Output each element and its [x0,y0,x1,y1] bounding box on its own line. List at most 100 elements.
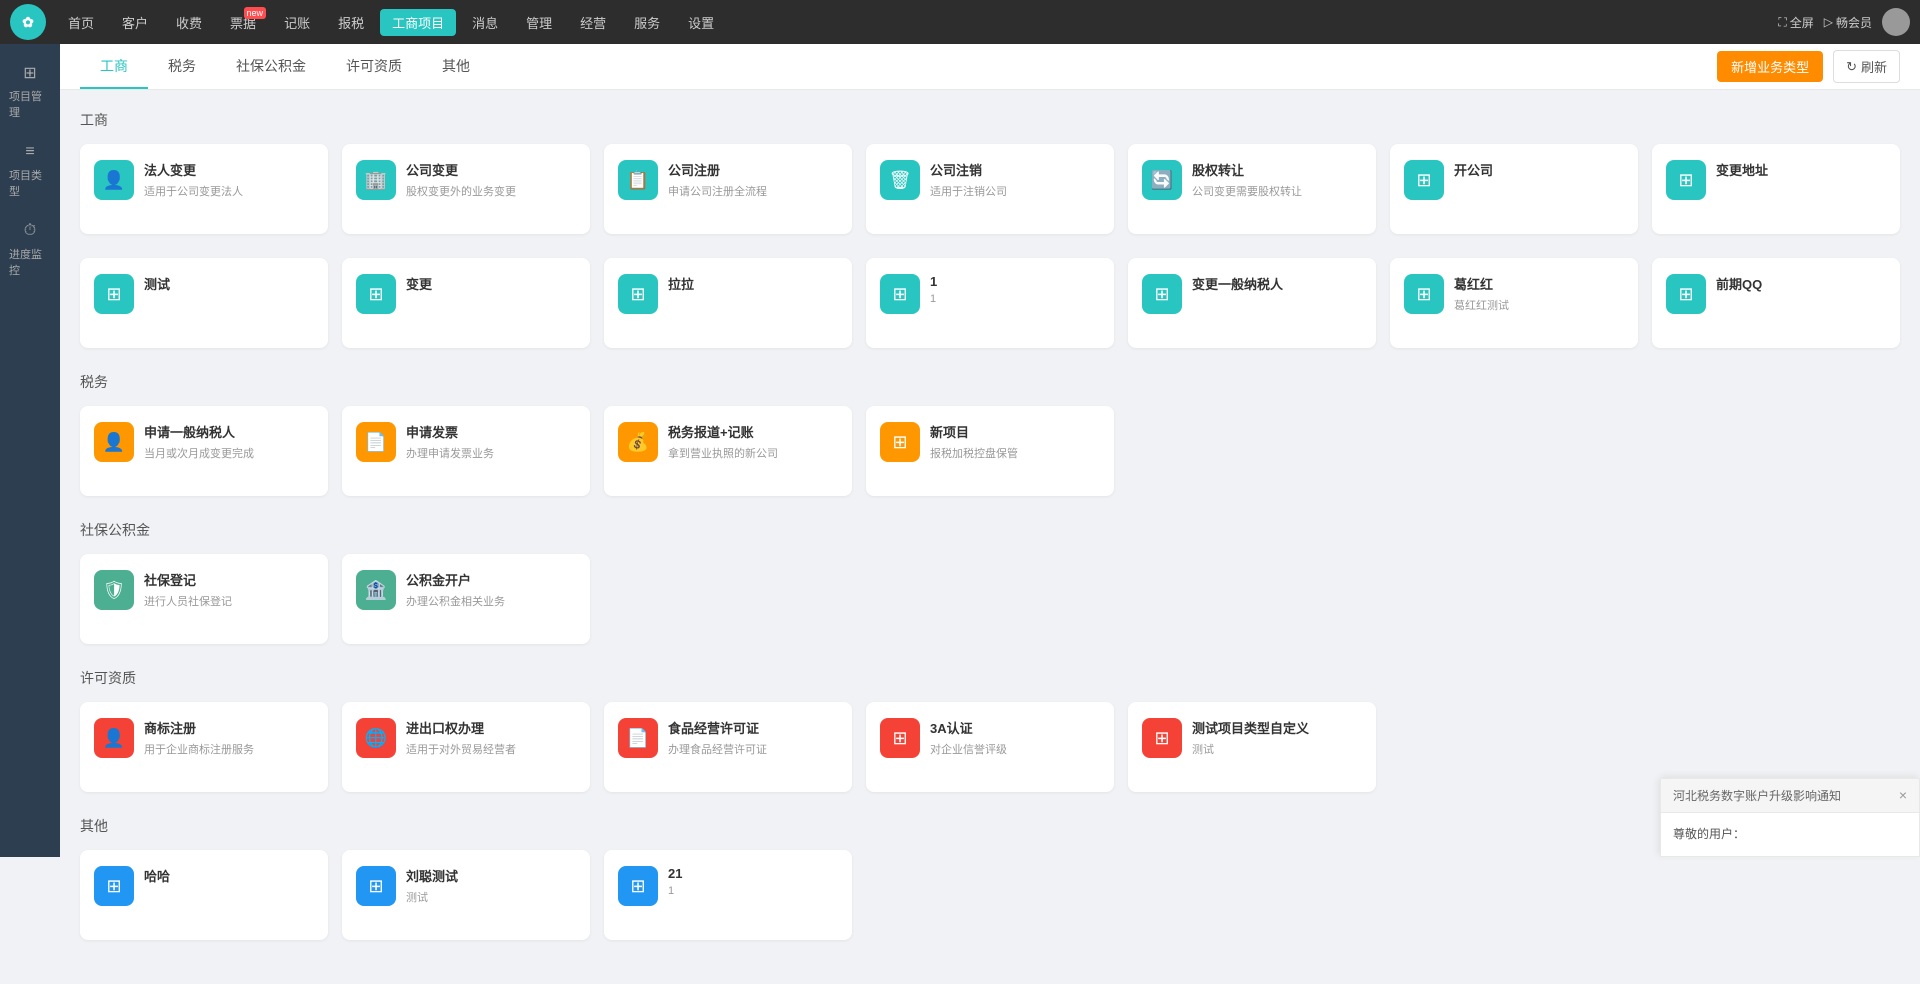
card-0-5[interactable]: ⊞ 开公司 [1390,144,1638,234]
fullscreen-button[interactable]: ⛶ 全屏 [1778,14,1813,31]
card-4-2[interactable]: 📄 食品经营许可证 办理食品经营许可证 [604,702,852,792]
card-icon: 💰 [618,422,658,462]
card-desc: 拿到营业执照的新公司 [668,445,838,461]
card-1-1[interactable]: ⊞ 变更 [342,258,590,348]
card-title: 新项目 [930,422,1100,441]
nav-item-收费[interactable]: 收费 [164,9,214,36]
card-title: 变更一般纳税人 [1192,274,1362,293]
tab-其他[interactable]: 其他 [422,44,490,89]
nav-item-工商项目[interactable]: 工商项目 [380,9,456,36]
card-4-1[interactable]: 🌐 进出口权办理 适用于对外贸易经营者 [342,702,590,792]
card-1-0[interactable]: ⊞ 测试 [80,258,328,348]
card-0-2[interactable]: 📋 公司注册 申请公司注册全流程 [604,144,852,234]
card-3-1[interactable]: 🏦 公积金开户 办理公积金相关业务 [342,554,590,644]
nav-item-客户[interactable]: 客户 [110,9,160,36]
notification-close[interactable]: × [1899,787,1907,803]
card-0-6[interactable]: ⊞ 变更地址 [1652,144,1900,234]
card-4-4[interactable]: ⊞ 测试项目类型自定义 测试 [1128,702,1376,792]
nav-item-经营[interactable]: 经营 [568,9,618,36]
card-4-0[interactable]: 👤 商标注册 用于企业商标注册服务 [80,702,328,792]
notification-body: 尊敬的用户： [1661,813,1919,856]
nav-item-管理[interactable]: 管理 [514,9,564,36]
card-icon: 🏦 [356,570,396,610]
nav-items: 首页客户收费票据new记账报税工商项目消息管理经营服务设置 [56,9,1778,36]
card-0-1[interactable]: 🏢 公司变更 股权变更外的业务变更 [342,144,590,234]
nav-item-设置[interactable]: 设置 [676,9,726,36]
nav-item-服务[interactable]: 服务 [622,9,672,36]
card-icon: 🏢 [356,160,396,200]
app-logo: ✿ [10,4,46,40]
card-1-4[interactable]: ⊞ 变更一般纳税人 [1128,258,1376,348]
card-icon: ⊞ [880,422,920,462]
card-icon: 🗑 [880,160,920,200]
tabs-container: 工商税务社保公积金许可资质其他 [80,44,490,89]
nav-item-票据[interactable]: 票据new [218,9,268,36]
card-desc: 股权变更外的业务变更 [406,183,576,199]
card-1-6[interactable]: ⊞ 前期QQ [1652,258,1900,348]
card-1-2[interactable]: ⊞ 拉拉 [604,258,852,348]
play-icon: ▷ [1824,15,1833,29]
nav-item-报税[interactable]: 报税 [326,9,376,36]
nav-item-首页[interactable]: 首页 [56,9,106,36]
card-icon: ⊞ [1404,274,1444,314]
card-info: 食品经营许可证 办理食品经营许可证 [668,718,838,757]
card-title: 测试 [144,274,314,293]
card-0-0[interactable]: 👤 法人变更 适用于公司变更法人 [80,144,328,234]
notification-header: 河北税务数字账户升级影响通知 × [1661,779,1919,813]
section-title-gongshang: 工商 [80,110,1900,130]
card-info: 股权转让 公司变更需要股权转让 [1192,160,1362,199]
cards-grid-qita: ⊞ 哈哈 ⊞ 刘聪测试 测试 ⊞ 21 1 [80,850,1900,940]
nav-right: ⛶ 全屏 ▷ 畅会员 [1778,8,1910,36]
refresh-button[interactable]: ↻ 刷新 [1833,50,1900,83]
card-0-4[interactable]: 🔄 股权转让 公司变更需要股权转让 [1128,144,1376,234]
sidebar-item-进度监控[interactable]: ⏱进度监控 [5,212,55,286]
card-5-1[interactable]: ⊞ 刘聪测试 测试 [342,850,590,940]
card-title: 申请一般纳税人 [144,422,314,441]
member-label: 畅会员 [1836,14,1872,31]
card-1-5[interactable]: ⊞ 葛红红 葛红红测试 [1390,258,1638,348]
card-info: 公司注销 适用于注销公司 [930,160,1100,199]
cards-grid-gongshang2: ⊞ 测试 ⊞ 变更 ⊞ 拉拉 ⊞ 1 1 ⊞ [80,258,1900,348]
card-desc: 1 [668,885,838,897]
card-desc: 1 [930,293,1100,305]
card-2-2[interactable]: 💰 税务报道+记账 拿到营业执照的新公司 [604,406,852,496]
section-xuke: 许可资质 👤 商标注册 用于企业商标注册服务 🌐 进出口权办理 适用于对外贸易经… [80,668,1900,792]
sidebar-item-项目管理[interactable]: ⊞项目管理 [5,54,55,128]
sidebar-item-项目类型[interactable]: ≡项目类型 [5,133,55,207]
card-desc: 进行人员社保登记 [144,593,314,609]
card-info: 测试项目类型自定义 测试 [1192,718,1362,757]
card-5-2[interactable]: ⊞ 21 1 [604,850,852,940]
section-title-qita: 其他 [80,816,1900,836]
member-button[interactable]: ▷ 畅会员 [1824,14,1872,31]
card-2-3[interactable]: ⊞ 新项目 报税加税控盘保管 [866,406,1114,496]
card-icon: ⊞ [880,718,920,758]
nav-item-消息[interactable]: 消息 [460,9,510,36]
tab-工商[interactable]: 工商 [80,44,148,89]
tab-税务[interactable]: 税务 [148,44,216,89]
section-shuiwu: 税务 👤 申请一般纳税人 当月或次月成变更完成 📄 申请发票 办理申请发票业务 … [80,372,1900,496]
card-0-3[interactable]: 🗑 公司注销 适用于注销公司 [866,144,1114,234]
card-info: 变更地址 [1716,160,1886,183]
tab-许可资质[interactable]: 许可资质 [326,44,422,89]
card-icon: 👤 [94,422,134,462]
sidebar-icon: ⏱ [19,220,41,242]
tab-社保公积金[interactable]: 社保公积金 [216,44,326,89]
card-4-3[interactable]: ⊞ 3A认证 对企业信誉评级 [866,702,1114,792]
card-icon: ⊞ [94,274,134,314]
add-type-button[interactable]: 新增业务类型 [1717,51,1823,82]
card-icon: 🌐 [356,718,396,758]
nav-item-记账[interactable]: 记账 [272,9,322,36]
card-2-0[interactable]: 👤 申请一般纳税人 当月或次月成变更完成 [80,406,328,496]
card-icon: 👤 [94,718,134,758]
section-title-xuke: 许可资质 [80,668,1900,688]
fullscreen-icon: ⛶ [1778,15,1786,30]
card-info: 申请发票 办理申请发票业务 [406,422,576,461]
card-5-0[interactable]: ⊞ 哈哈 [80,850,328,940]
card-1-3[interactable]: ⊞ 1 1 [866,258,1114,348]
card-title: 葛红红 [1454,274,1624,293]
card-info: 公司注册 申请公司注册全流程 [668,160,838,199]
user-avatar[interactable] [1882,8,1910,36]
card-icon: 👤 [94,160,134,200]
card-3-0[interactable]: 🛡 社保登记 进行人员社保登记 [80,554,328,644]
card-2-1[interactable]: 📄 申请发票 办理申请发票业务 [342,406,590,496]
